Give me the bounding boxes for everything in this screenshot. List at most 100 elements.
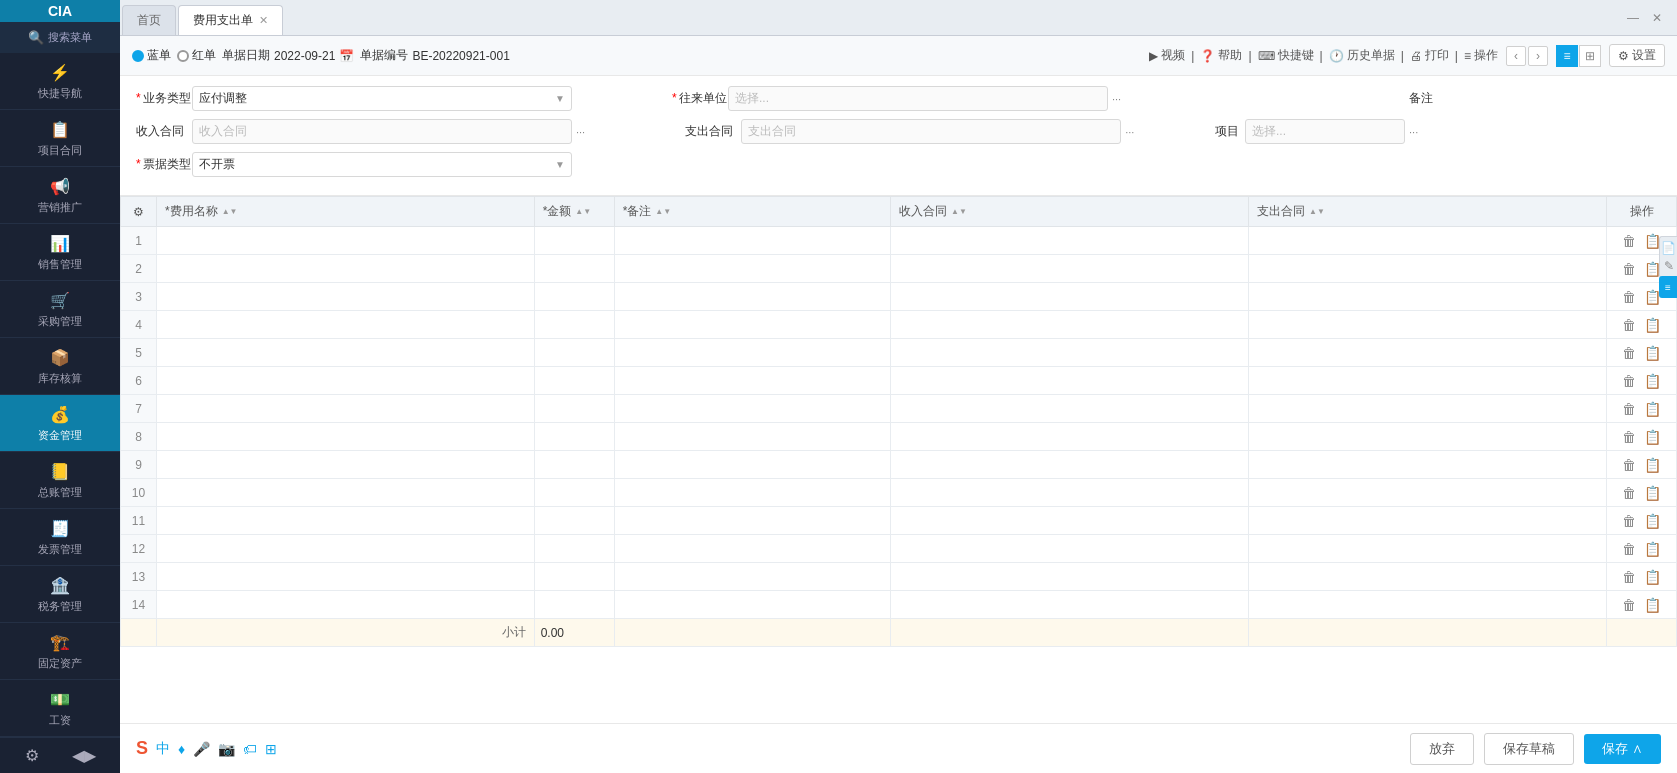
row-name-14[interactable]	[157, 591, 535, 619]
income-contract-more-btn[interactable]: ···	[576, 126, 585, 138]
sidebar-item-quicknav[interactable]: ⚡ 快捷导航	[0, 53, 120, 110]
row-amount-2[interactable]	[534, 255, 614, 283]
settings-button[interactable]: ⚙ 设置	[1609, 44, 1665, 67]
right-tab-icon2[interactable]: ✎	[1664, 259, 1674, 273]
row-amount-7[interactable]	[534, 395, 614, 423]
help-btn[interactable]: ❓ 帮助	[1200, 47, 1242, 64]
row-income-3[interactable]	[891, 283, 1249, 311]
row-income-7[interactable]	[891, 395, 1249, 423]
row-amount-12[interactable]	[534, 535, 614, 563]
row-name-4[interactable]	[157, 311, 535, 339]
project-more-btn[interactable]: ···	[1409, 126, 1418, 138]
sidebar-search[interactable]: 🔍 搜索菜单	[0, 22, 120, 53]
row-delete-4[interactable]: 🗑	[1622, 317, 1636, 333]
row-delete-14[interactable]: 🗑	[1622, 597, 1636, 613]
row-copy-6[interactable]: 📋	[1644, 373, 1661, 389]
sidebar-item-marketing[interactable]: 📢 营销推广	[0, 167, 120, 224]
business-type-select[interactable]: 应付调整 ▼	[192, 86, 572, 111]
row-copy-12[interactable]: 📋	[1644, 541, 1661, 557]
row-copy-4[interactable]: 📋	[1644, 317, 1661, 333]
expense-contract-input[interactable]: 支出合同	[741, 119, 1121, 144]
row-income-14[interactable]	[891, 591, 1249, 619]
row-remark-10[interactable]	[614, 479, 890, 507]
row-amount-5[interactable]	[534, 339, 614, 367]
row-income-6[interactable]	[891, 367, 1249, 395]
calendar-icon[interactable]: 📅	[339, 49, 354, 63]
row-amount-1[interactable]	[534, 227, 614, 255]
tab-home[interactable]: 首页	[122, 5, 176, 35]
mic-icon[interactable]: 🎤	[193, 741, 210, 757]
row-amount-10[interactable]	[534, 479, 614, 507]
row-expense-11[interactable]	[1249, 507, 1607, 535]
row-amount-4[interactable]	[534, 311, 614, 339]
row-remark-4[interactable]	[614, 311, 890, 339]
row-expense-10[interactable]	[1249, 479, 1607, 507]
row-name-3[interactable]	[157, 283, 535, 311]
row-delete-3[interactable]: 🗑	[1622, 289, 1636, 305]
hotkey-btn[interactable]: ⌨ 快捷键	[1258, 47, 1314, 64]
row-expense-7[interactable]	[1249, 395, 1607, 423]
sidebar-item-purchase[interactable]: 🛒 采购管理	[0, 281, 120, 338]
row-delete-2[interactable]: 🗑	[1622, 261, 1636, 277]
row-remark-11[interactable]	[614, 507, 890, 535]
row-delete-5[interactable]: 🗑	[1622, 345, 1636, 361]
radio-red[interactable]: 红单	[177, 47, 216, 64]
row-name-1[interactable]	[157, 227, 535, 255]
row-amount-8[interactable]	[534, 423, 614, 451]
sidebar-item-tax[interactable]: 🏦 税务管理	[0, 566, 120, 623]
expense-contract-more-btn[interactable]: ···	[1125, 126, 1134, 138]
row-copy-11[interactable]: 📋	[1644, 513, 1661, 529]
grid2-icon[interactable]: ⊞	[265, 741, 277, 757]
row-remark-6[interactable]	[614, 367, 890, 395]
row-expense-4[interactable]	[1249, 311, 1607, 339]
row-remark-12[interactable]	[614, 535, 890, 563]
print-btn[interactable]: 🖨 打印	[1410, 47, 1449, 64]
sidebar-item-inventory[interactable]: 📦 库存核算	[0, 338, 120, 395]
right-tab-icon1[interactable]: 📄	[1661, 241, 1676, 255]
row-name-11[interactable]	[157, 507, 535, 535]
counterparty-input[interactable]: 选择...	[728, 86, 1108, 111]
row-copy-7[interactable]: 📋	[1644, 401, 1661, 417]
operation-btn[interactable]: ≡ 操作	[1464, 47, 1498, 64]
row-remark-8[interactable]	[614, 423, 890, 451]
row-income-10[interactable]	[891, 479, 1249, 507]
row-delete-1[interactable]: 🗑	[1622, 233, 1636, 249]
nav-next-button[interactable]: ›	[1528, 46, 1548, 66]
row-copy-8[interactable]: 📋	[1644, 429, 1661, 445]
row-expense-9[interactable]	[1249, 451, 1607, 479]
row-delete-9[interactable]: 🗑	[1622, 457, 1636, 473]
row-expense-12[interactable]	[1249, 535, 1607, 563]
nav-prev-button[interactable]: ‹	[1506, 46, 1526, 66]
row-name-12[interactable]	[157, 535, 535, 563]
camera-icon[interactable]: 📷	[218, 741, 235, 757]
row-amount-13[interactable]	[534, 563, 614, 591]
row-name-6[interactable]	[157, 367, 535, 395]
row-copy-5[interactable]: 📋	[1644, 345, 1661, 361]
row-name-8[interactable]	[157, 423, 535, 451]
row-copy-14[interactable]: 📋	[1644, 597, 1661, 613]
row-remark-9[interactable]	[614, 451, 890, 479]
tab-expense[interactable]: 费用支出单 ✕	[178, 5, 283, 35]
sidebar-item-ledger[interactable]: 📒 总账管理	[0, 452, 120, 509]
close-window-button[interactable]: ✕	[1645, 6, 1669, 30]
row-copy-13[interactable]: 📋	[1644, 569, 1661, 585]
invoice-type-select[interactable]: 不开票 ▼	[192, 152, 572, 177]
row-name-2[interactable]	[157, 255, 535, 283]
sidebar-item-fixedasset[interactable]: 🏗️ 固定资产	[0, 623, 120, 680]
sidebar-item-finance[interactable]: 💰 资金管理	[0, 395, 120, 452]
row-delete-12[interactable]: 🗑	[1622, 541, 1636, 557]
radio-blue[interactable]: 蓝单	[132, 47, 171, 64]
row-income-13[interactable]	[891, 563, 1249, 591]
sort-expense-icon[interactable]: ▲▼	[1309, 208, 1325, 216]
row-amount-14[interactable]	[534, 591, 614, 619]
row-delete-6[interactable]: 🗑	[1622, 373, 1636, 389]
sort-name-icon[interactable]: ▲▼	[222, 208, 238, 216]
row-copy-10[interactable]: 📋	[1644, 485, 1661, 501]
row-delete-8[interactable]: 🗑	[1622, 429, 1636, 445]
project-input[interactable]: 选择...	[1245, 119, 1405, 144]
row-income-2[interactable]	[891, 255, 1249, 283]
tag-icon[interactable]: 🏷	[243, 741, 257, 757]
row-expense-13[interactable]	[1249, 563, 1607, 591]
row-remark-1[interactable]	[614, 227, 890, 255]
tab-expense-close[interactable]: ✕	[259, 14, 268, 27]
